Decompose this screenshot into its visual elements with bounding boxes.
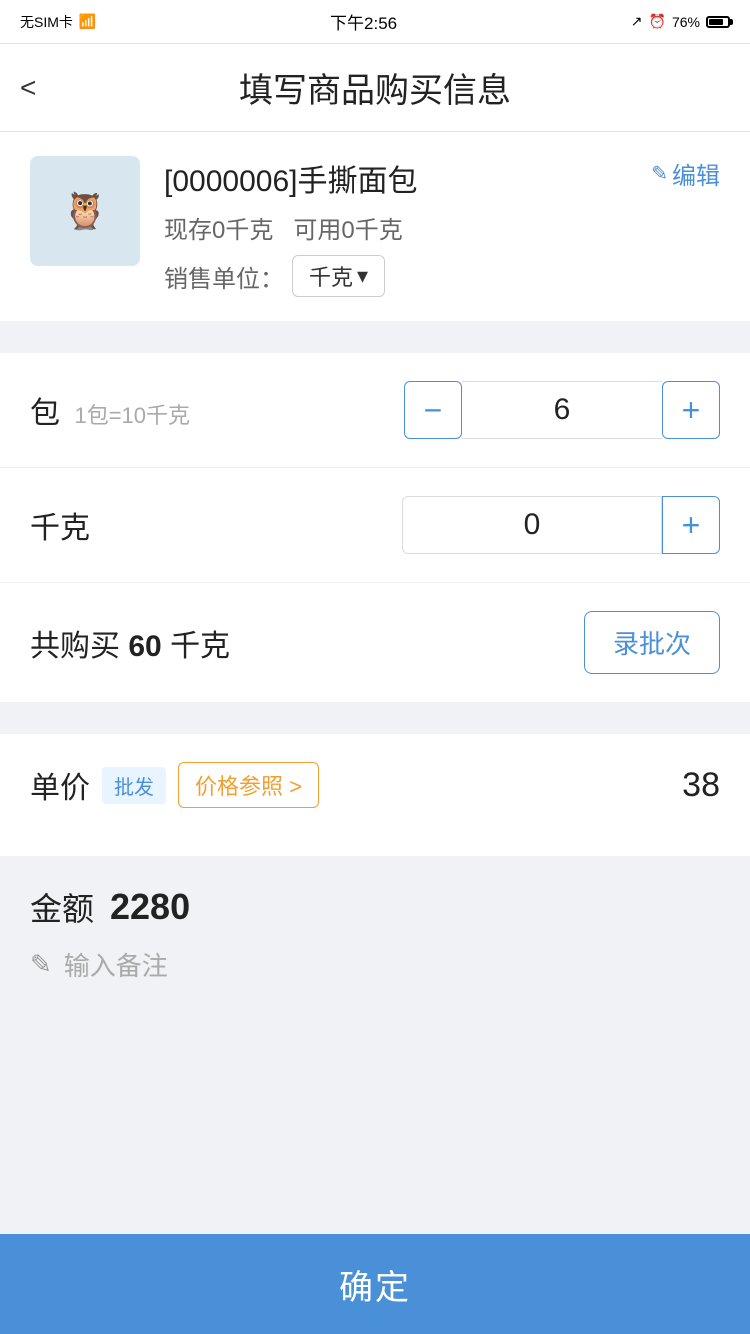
total-amount: 60 bbox=[128, 630, 161, 663]
qianke-input-group: + bbox=[402, 496, 720, 554]
separator-2 bbox=[0, 718, 750, 734]
total-text: 共购买 60 千克 bbox=[30, 621, 230, 665]
qianke-increment-button[interactable]: + bbox=[662, 496, 720, 554]
price-ref-button[interactable]: 价格参照 > bbox=[178, 762, 319, 808]
status-right: ↗ ⏰ 76% bbox=[631, 13, 730, 30]
bao-decrement-button[interactable]: − bbox=[404, 381, 462, 439]
remark-row[interactable]: ✎ 输入备注 bbox=[30, 946, 720, 983]
dropdown-arrow-icon: ▾ bbox=[357, 263, 368, 289]
back-button[interactable]: < bbox=[20, 72, 36, 104]
batch-tag: 批发 bbox=[102, 767, 166, 804]
price-label-group: 单价 批发 价格参照 > bbox=[30, 762, 319, 808]
battery-text: 76% bbox=[672, 14, 700, 30]
alarm-icon: ⏰ bbox=[649, 13, 666, 30]
stock-text: 现存0千克 bbox=[164, 217, 273, 244]
bao-input-group: − + bbox=[404, 381, 720, 439]
price-value: 38 bbox=[682, 766, 720, 805]
sim-icon: 📶 bbox=[79, 13, 96, 30]
product-section: 🦉 [0000006]手撕面包 现存0千克 可用0千克 销售单位： 千克 ▾ ✎… bbox=[0, 132, 750, 321]
unit-select[interactable]: 千克 ▾ bbox=[292, 255, 385, 297]
product-owl-icon: 🦉 bbox=[63, 190, 108, 232]
total-row: 共购买 60 千克 录批次 bbox=[0, 583, 750, 702]
total-label: 共购买 bbox=[30, 630, 120, 663]
product-stock: 现存0千克 可用0千克 bbox=[164, 210, 720, 245]
status-bar: 无SIM卡 📶 下午2:56 ↗ ⏰ 76% bbox=[0, 0, 750, 44]
confirm-button[interactable]: 确定 bbox=[0, 1234, 750, 1334]
product-unit-row: 销售单位： 千克 ▾ bbox=[164, 255, 720, 297]
product-thumbnail: 🦉 bbox=[30, 156, 140, 266]
edit-button[interactable]: ✎ 编辑 bbox=[651, 156, 720, 191]
location-icon: ↗ bbox=[631, 13, 643, 30]
total-unit: 千克 bbox=[170, 630, 230, 663]
qianke-label-group: 千克 bbox=[30, 503, 90, 547]
unit-label: 销售单位： bbox=[164, 259, 284, 294]
price-label: 单价 bbox=[30, 763, 90, 807]
separator-1 bbox=[0, 337, 750, 353]
bao-increment-button[interactable]: + bbox=[662, 381, 720, 439]
amount-label: 金额 bbox=[30, 884, 94, 930]
bao-field-row: 包 1包=10千克 − + bbox=[0, 353, 750, 468]
amount-value: 2280 bbox=[110, 886, 190, 928]
edit-label: 编辑 bbox=[672, 156, 720, 191]
price-row: 单价 批发 价格参照 > 38 bbox=[30, 762, 720, 808]
bao-input[interactable] bbox=[462, 381, 662, 439]
product-name: [0000006]手撕面包 bbox=[164, 156, 720, 200]
edit-icon: ✎ bbox=[651, 161, 668, 186]
unit-value: 千克 bbox=[309, 260, 353, 292]
carrier-text: 无SIM卡 bbox=[20, 12, 73, 32]
stock-separator bbox=[280, 217, 287, 244]
remark-placeholder: 输入备注 bbox=[64, 946, 168, 983]
qianke-field-row: 千克 + bbox=[0, 468, 750, 583]
bao-label: 包 bbox=[30, 397, 60, 430]
remark-icon: ✎ bbox=[30, 949, 52, 980]
page-title: 填写商品购买信息 bbox=[239, 63, 511, 112]
available-text: 可用0千克 bbox=[293, 217, 402, 244]
bao-hint: 1包=10千克 bbox=[74, 403, 190, 428]
amount-row: 金额 2280 bbox=[30, 884, 720, 930]
status-left: 无SIM卡 📶 bbox=[20, 12, 96, 32]
nav-bar: < 填写商品购买信息 bbox=[0, 44, 750, 132]
status-time: 下午2:56 bbox=[330, 9, 397, 34]
qianke-label: 千克 bbox=[30, 512, 90, 545]
bao-label-group: 包 1包=10千克 bbox=[30, 388, 190, 432]
price-section: 单价 批发 价格参照 > 38 bbox=[0, 734, 750, 856]
product-info: [0000006]手撕面包 现存0千克 可用0千克 销售单位： 千克 ▾ bbox=[164, 156, 720, 297]
amount-section: 金额 2280 ✎ 输入备注 bbox=[0, 856, 750, 1003]
battery-icon bbox=[706, 16, 730, 28]
batch-button[interactable]: 录批次 bbox=[584, 611, 720, 674]
qianke-input[interactable] bbox=[402, 496, 662, 554]
